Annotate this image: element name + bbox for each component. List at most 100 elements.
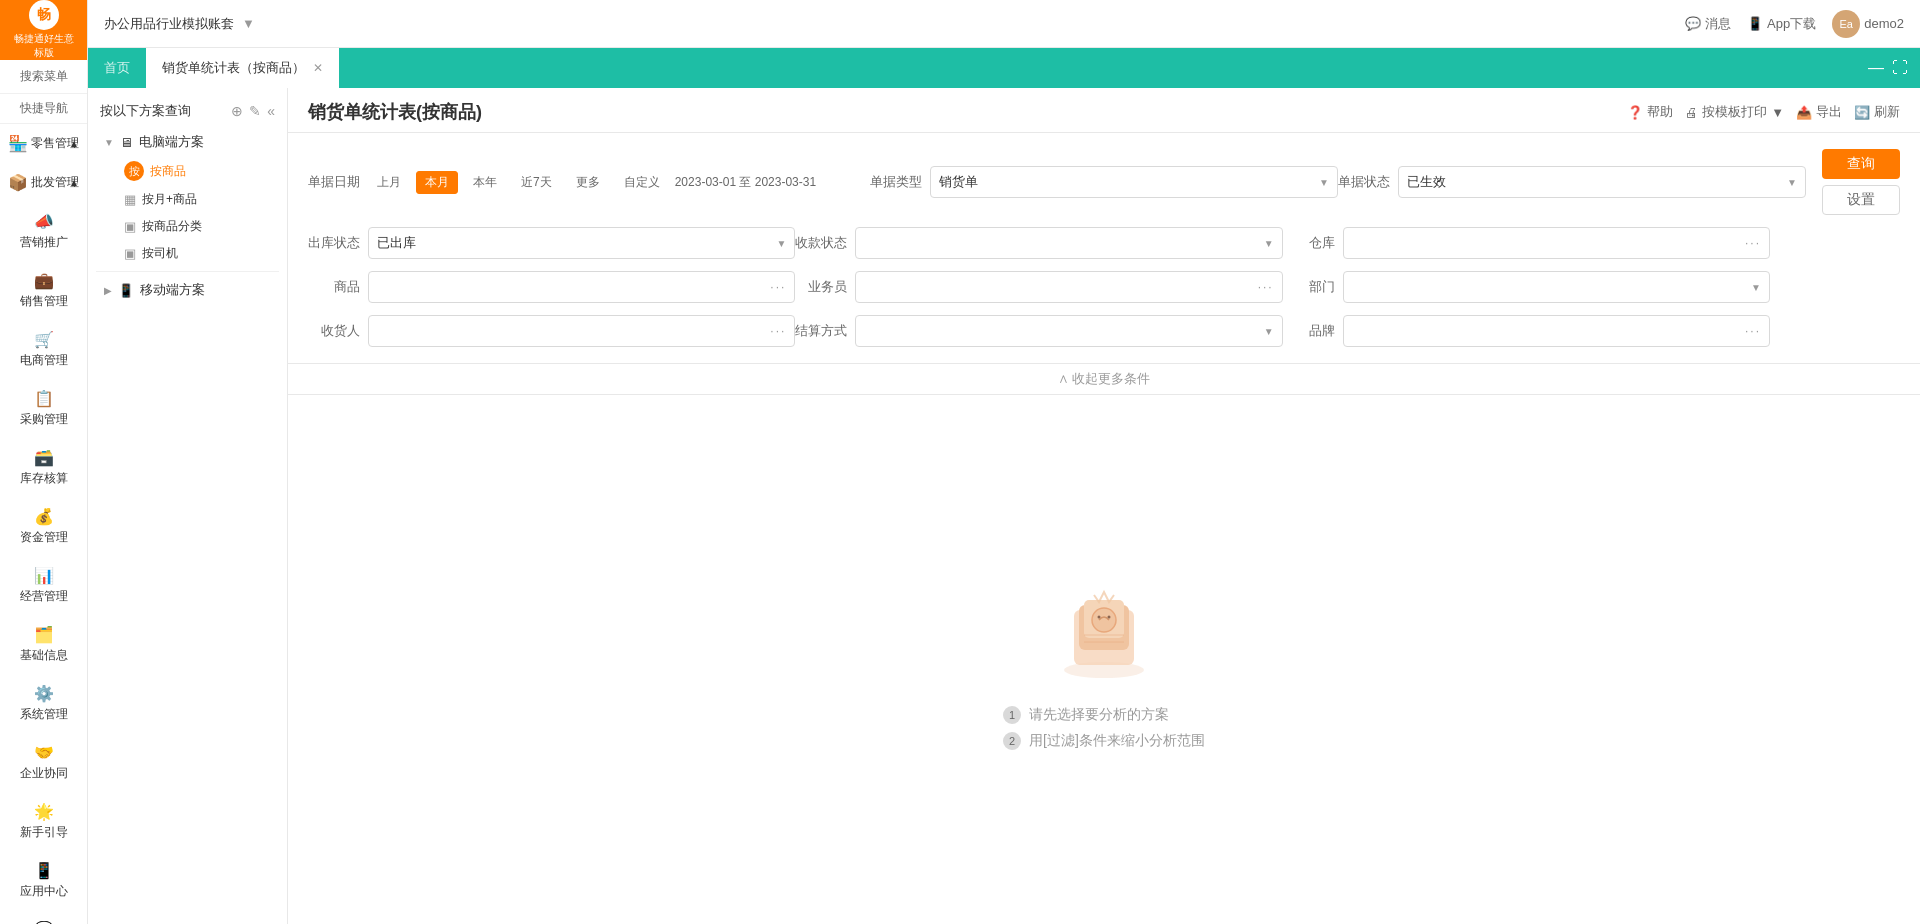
tab-minimize-icon[interactable]: — [1868, 59, 1884, 77]
warehouse-control[interactable]: ··· [1343, 227, 1770, 259]
message-btn[interactable]: 💬 消息 [1685, 15, 1731, 33]
empty-state: 1 请先选择要分析的方案 2 用[过滤]条件来缩小分析范围 [288, 395, 1920, 924]
sidebar-item-sales[interactable]: 💼 销售管理 [0, 261, 87, 320]
template-print-action[interactable]: 🖨 按模板打印 ▼ [1685, 103, 1784, 121]
sidebar-item-inventory[interactable]: 🗃️ 库存核算 [0, 438, 87, 497]
out-status-label: 出库状态 [308, 234, 368, 252]
tab-sales-stat-label: 销货单统计表（按商品） [162, 59, 305, 77]
tree-item-by-category[interactable]: ▣ 按商品分类 [116, 213, 279, 240]
refresh-action[interactable]: 🔄 刷新 [1854, 103, 1900, 121]
doc-status-field: 单据状态 已生效 ▼ [1338, 166, 1806, 198]
setting-button[interactable]: 设置 [1822, 185, 1900, 215]
export-action[interactable]: 📤 导出 [1796, 103, 1842, 121]
payment-control[interactable]: ▼ [855, 315, 1282, 347]
sidebar-item-wholesale[interactable]: 📦 批发管理 ▲ [0, 163, 87, 202]
dept-label: 部门 [1283, 278, 1343, 296]
date-btn-last-month[interactable]: 上月 [368, 171, 410, 194]
by-category-icon: ▣ [124, 219, 136, 234]
doc-status-control[interactable]: 已生效 ▼ [1398, 166, 1806, 198]
query-button[interactable]: 查询 [1822, 149, 1900, 179]
search-menu[interactable]: 搜索菜单 [0, 60, 87, 94]
doc-status-value: 已生效 [1407, 173, 1446, 191]
tip-num-1: 1 [1003, 706, 1021, 724]
tree-section-mobile[interactable]: ▶ 📱 移动端方案 [96, 276, 279, 304]
avatar-initials: Ea [1840, 18, 1853, 30]
app-download-label: App下载 [1767, 15, 1816, 33]
app-logo: 畅 畅捷通好生意 标版 [0, 0, 88, 60]
print-dropdown-icon[interactable]: ▼ [1771, 105, 1784, 120]
tip-text-2: 用[过滤]条件来缩小分析范围 [1029, 732, 1205, 750]
tree-section-pc[interactable]: ▼ 🖥 电脑端方案 [96, 128, 279, 156]
add-scheme-icon[interactable]: ⊕ [231, 103, 243, 119]
empty-tip-2: 2 用[过滤]条件来缩小分析范围 [1003, 732, 1205, 750]
dept-control[interactable]: ▼ [1343, 271, 1770, 303]
message-label: 消息 [1705, 15, 1731, 33]
dept-arrow: ▼ [1751, 282, 1761, 293]
tree-section-pc-icon: 🖥 [120, 135, 133, 150]
template-print-label: 按模板打印 [1702, 103, 1767, 121]
sidebar-item-purchase[interactable]: 📋 采购管理 [0, 379, 87, 438]
sidebar-item-newbie[interactable]: 🌟 新手引导 [0, 792, 87, 851]
date-btn-this-year[interactable]: 本年 [464, 171, 506, 194]
goods-control[interactable]: ··· [368, 271, 795, 303]
user-avatar-btn[interactable]: Ea demo2 [1832, 10, 1904, 38]
sidebar-item-operation[interactable]: 📊 经营管理 [0, 556, 87, 615]
sidebar-item-basic[interactable]: 🗂️ 基础信息 [0, 615, 87, 674]
filter-sidebar-header: 按以下方案查询 ⊕ ✎ « [88, 98, 287, 128]
tab-maximize-icon[interactable]: ⛶ [1892, 59, 1908, 77]
app-sub: 标版 [34, 46, 54, 60]
brand-control[interactable]: ··· [1343, 315, 1770, 347]
sidebar-item-finance[interactable]: 💰 资金管理 [0, 497, 87, 556]
doc-type-field: 单据类型 销货单 ▼ [870, 166, 1338, 198]
content-wrapper: 按以下方案查询 ⊕ ✎ « ▼ 🖥 电脑端方案 按 按商品 [88, 88, 1920, 924]
out-status-arrow: ▼ [776, 238, 786, 249]
tab-sales-stat[interactable]: 销货单统计表（按商品） ✕ [146, 48, 339, 88]
refresh-icon: 🔄 [1854, 105, 1870, 120]
left-sidebar: 畅 畅捷通好生意 标版 搜索菜单 快捷导航 🏪 零售管理 ▲ 📦 批发管理 ▲ … [0, 0, 88, 924]
collapse-sidebar-icon[interactable]: « [267, 103, 275, 119]
receiver-control[interactable]: ··· [368, 315, 795, 347]
sidebar-item-enterprise[interactable]: 🤝 企业协同 [0, 733, 87, 792]
print-icon: 🖨 [1685, 105, 1698, 120]
empty-tips: 1 请先选择要分析的方案 2 用[过滤]条件来缩小分析范围 [1003, 706, 1205, 750]
tab-home-label: 首页 [104, 59, 130, 77]
doc-type-label: 单据类型 [870, 173, 930, 191]
by-cashier-icon: ▣ [124, 246, 136, 261]
page-title: 销货单统计表(按商品) [308, 100, 482, 124]
quick-nav[interactable]: 快捷导航 [0, 94, 87, 124]
date-btn-custom[interactable]: 自定义 [615, 171, 669, 194]
refresh-label: 刷新 [1874, 103, 1900, 121]
salesperson-control[interactable]: ··· [855, 271, 1282, 303]
dept-field: 部门 ▼ [1283, 271, 1770, 303]
brand-dots: ··· [1745, 324, 1761, 338]
tab-close-icon[interactable]: ✕ [313, 61, 323, 75]
receiver-field: 收货人 ··· [308, 315, 795, 347]
tab-home[interactable]: 首页 [88, 48, 146, 88]
sidebar-item-app-center[interactable]: 📱 应用中心 [0, 851, 87, 910]
doc-type-arrow: ▼ [1319, 177, 1329, 188]
sidebar-item-retail[interactable]: 🏪 零售管理 ▲ [0, 124, 87, 163]
sidebar-item-wechat[interactable]: 💬 企业微信 [0, 910, 87, 924]
app-download-btn[interactable]: 📱 App下载 [1747, 15, 1816, 33]
date-btn-this-month[interactable]: 本月 [416, 171, 458, 194]
help-action[interactable]: ❓ 帮助 [1627, 103, 1673, 121]
edit-scheme-icon[interactable]: ✎ [249, 103, 261, 119]
page-actions: ❓ 帮助 🖨 按模板打印 ▼ 📤 导出 🔄 刷新 [1627, 103, 1900, 121]
sidebar-item-system[interactable]: ⚙️ 系统管理 [0, 674, 87, 733]
goods-label: 商品 [308, 278, 368, 296]
date-btn-7days[interactable]: 近7天 [512, 171, 561, 194]
filter-form: 单据日期 上月 本月 本年 近7天 更多 自定义 2023-03-01 至 20… [288, 133, 1920, 364]
receipt-status-control[interactable]: ▼ [855, 227, 1282, 259]
sidebar-item-marketing[interactable]: 📣 营销推广 [0, 202, 87, 261]
tree-item-by-goods[interactable]: 按 按商品 [116, 156, 279, 186]
collapse-row[interactable]: ∧ 收起更多条件 [288, 364, 1920, 395]
tree-item-by-month-goods[interactable]: ▦ 按月+商品 [116, 186, 279, 213]
doc-type-control[interactable]: 销货单 ▼ [930, 166, 1338, 198]
tree-item-by-cashier-label: 按司机 [142, 245, 178, 262]
date-btn-more[interactable]: 更多 [567, 171, 609, 194]
sidebar-item-ecommerce[interactable]: 🛒 电商管理 [0, 320, 87, 379]
app-name: 畅捷通好生意 [14, 32, 74, 46]
tree-item-by-cashier[interactable]: ▣ 按司机 [116, 240, 279, 267]
out-status-control[interactable]: 已出库 ▼ [368, 227, 795, 259]
industry-dropdown-icon[interactable]: ▼ [242, 16, 255, 31]
